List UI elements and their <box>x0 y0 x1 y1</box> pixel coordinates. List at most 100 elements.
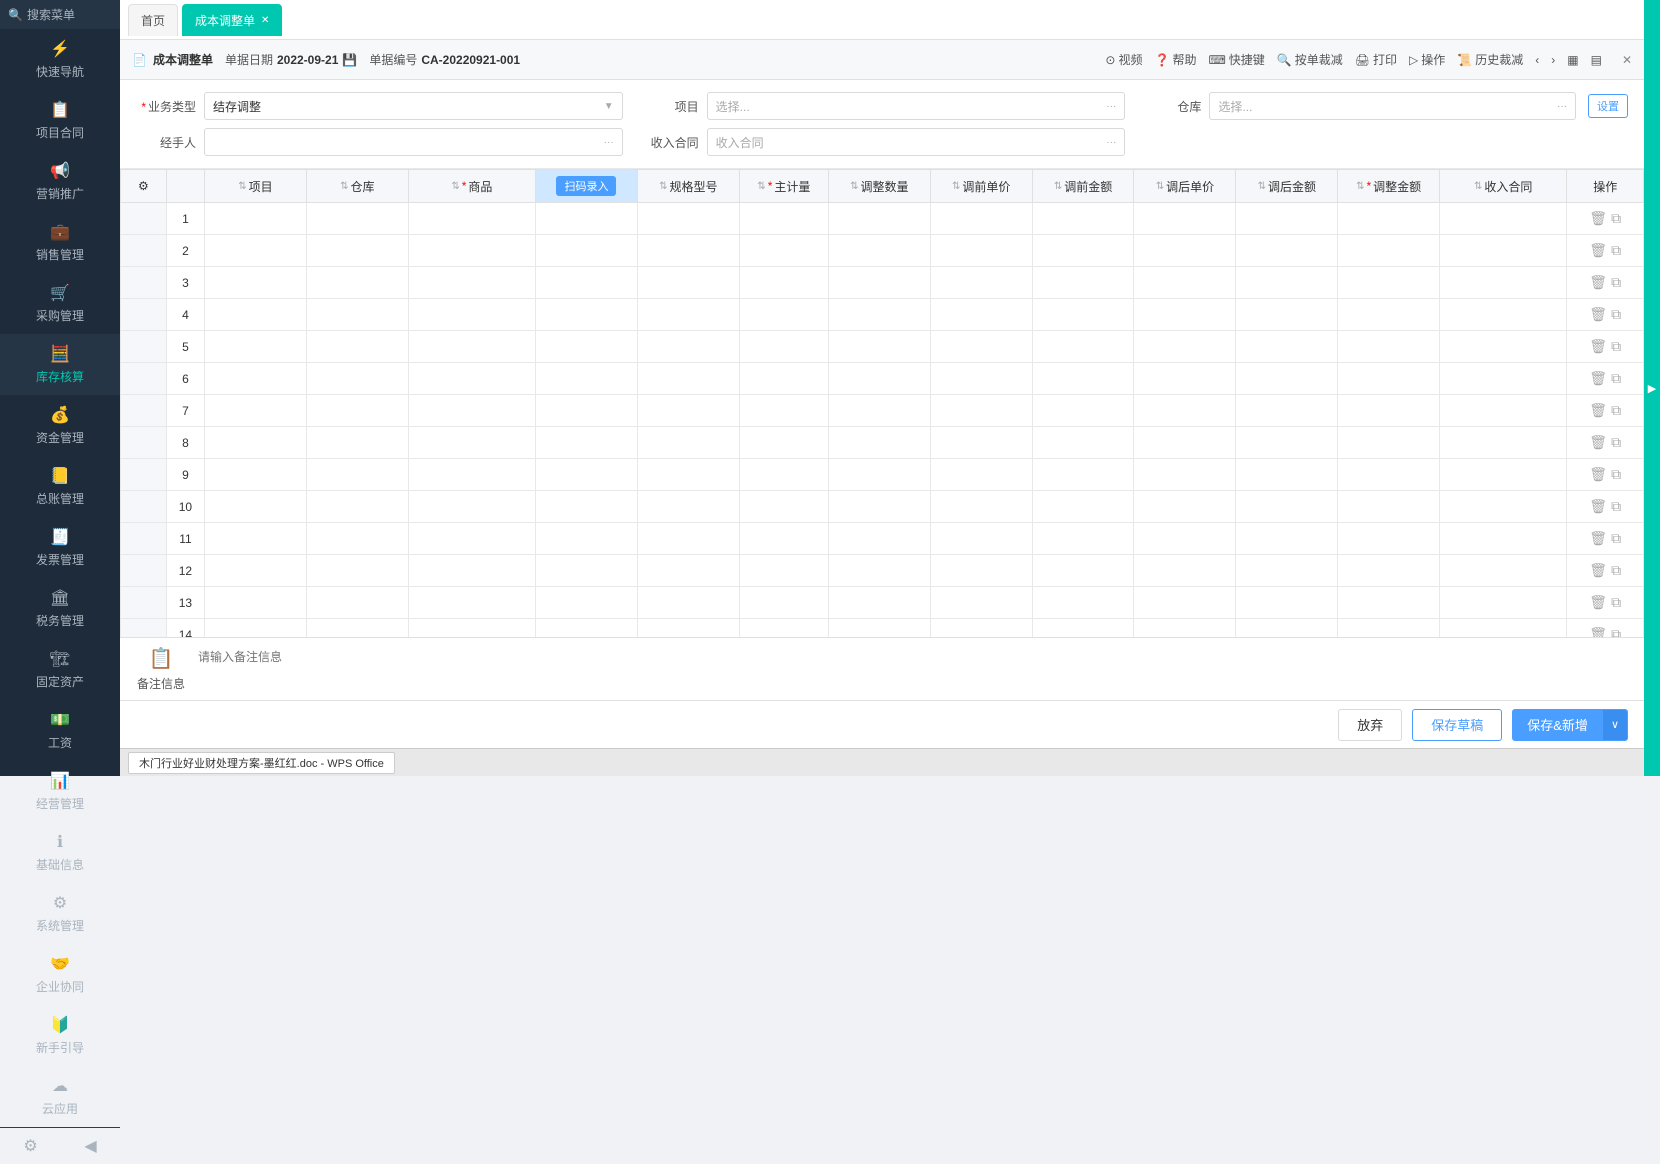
row-scan-10[interactable] <box>536 491 638 523</box>
copy-icon-3[interactable]: ⧉ <box>1611 274 1621 291</box>
row-adj-qty-6[interactable] <box>828 363 930 395</box>
copy-icon-11[interactable]: ⧉ <box>1611 530 1621 547</box>
row-warehouse-12[interactable] <box>306 555 408 587</box>
row-adj-qty-7[interactable] <box>828 395 930 427</box>
row-income-contract-4[interactable] <box>1440 299 1567 331</box>
row-unit-13[interactable] <box>739 587 828 619</box>
sidebar-item-sales-promotion[interactable]: 📢营销推广 <box>0 151 120 212</box>
row-spec-7[interactable] <box>637 395 739 427</box>
row-project-3[interactable] <box>205 267 307 299</box>
row-adj-amount-5[interactable] <box>1338 331 1440 363</box>
row-pre-amount-3[interactable] <box>1032 267 1134 299</box>
row-post-unit-price-14[interactable] <box>1134 619 1236 638</box>
next-btn[interactable]: › <box>1551 53 1555 67</box>
save-icon[interactable]: 💾 <box>342 53 357 67</box>
tab-cost-adjust[interactable]: 成本调整单 ✕ <box>182 4 282 36</box>
row-scan-12[interactable] <box>536 555 638 587</box>
row-scan-6[interactable] <box>536 363 638 395</box>
row-post-unit-price-2[interactable] <box>1134 235 1236 267</box>
right-panel[interactable]: ▶ <box>1644 0 1660 776</box>
copy-icon-7[interactable]: ⧉ <box>1611 402 1621 419</box>
row-unit-11[interactable] <box>739 523 828 555</box>
row-pre-amount-9[interactable] <box>1032 459 1134 491</box>
layout1-btn[interactable]: ▦ <box>1567 53 1578 67</box>
row-pre-amount-7[interactable] <box>1032 395 1134 427</box>
row-post-unit-price-1[interactable] <box>1134 203 1236 235</box>
row-pre-amount-5[interactable] <box>1032 331 1134 363</box>
row-post-unit-price-11[interactable] <box>1134 523 1236 555</box>
row-goods-9[interactable] <box>408 459 535 491</box>
review-btn[interactable]: 🔍 按单裁减 <box>1277 51 1343 68</box>
row-income-contract-1[interactable] <box>1440 203 1567 235</box>
copy-icon-13[interactable]: ⧉ <box>1611 594 1621 611</box>
sidebar-item-project-contract[interactable]: 📋项目合同 <box>0 90 120 151</box>
row-income-contract-9[interactable] <box>1440 459 1567 491</box>
row-income-contract-7[interactable] <box>1440 395 1567 427</box>
row-warehouse-5[interactable] <box>306 331 408 363</box>
row-project-1[interactable] <box>205 203 307 235</box>
row-pre-unit-price-2[interactable] <box>930 235 1032 267</box>
row-pre-unit-price-13[interactable] <box>930 587 1032 619</box>
col-income-contract-header[interactable]: ⇅收入合同 <box>1440 170 1567 203</box>
row-project-13[interactable] <box>205 587 307 619</box>
row-post-unit-price-5[interactable] <box>1134 331 1236 363</box>
row-pre-unit-price-1[interactable] <box>930 203 1032 235</box>
delete-icon-2[interactable]: 🗑 <box>1589 242 1607 259</box>
row-pre-amount-13[interactable] <box>1032 587 1134 619</box>
row-scan-11[interactable] <box>536 523 638 555</box>
copy-icon-5[interactable]: ⧉ <box>1611 338 1621 355</box>
row-scan-8[interactable] <box>536 427 638 459</box>
row-unit-7[interactable] <box>739 395 828 427</box>
save-new-arrow-btn[interactable]: ∨ <box>1602 709 1628 741</box>
row-post-unit-price-7[interactable] <box>1134 395 1236 427</box>
row-adj-qty-5[interactable] <box>828 331 930 363</box>
row-unit-1[interactable] <box>739 203 828 235</box>
shortcut-btn[interactable]: ⌨ 快捷键 <box>1208 51 1264 68</box>
row-post-amount-8[interactable] <box>1236 427 1338 459</box>
sidebar-item-payroll[interactable]: 💵工资 <box>0 700 120 761</box>
row-adj-qty-4[interactable] <box>828 299 930 331</box>
row-adj-amount-13[interactable] <box>1338 587 1440 619</box>
print-btn[interactable]: 🖨 打印 <box>1355 51 1397 68</box>
sidebar-search-btn[interactable]: 🔍 搜索菜单 <box>0 0 120 29</box>
biz-type-input[interactable]: 结存调整 ▼ <box>204 92 623 120</box>
row-warehouse-7[interactable] <box>306 395 408 427</box>
row-pre-unit-price-7[interactable] <box>930 395 1032 427</box>
row-project-4[interactable] <box>205 299 307 331</box>
row-scan-9[interactable] <box>536 459 638 491</box>
row-adj-amount-10[interactable] <box>1338 491 1440 523</box>
row-post-unit-price-8[interactable] <box>1134 427 1236 459</box>
row-income-contract-2[interactable] <box>1440 235 1567 267</box>
col-warehouse-header[interactable]: ⇅仓库 <box>306 170 408 203</box>
close-doc-btn[interactable]: ✕ <box>1622 53 1632 67</box>
row-project-2[interactable] <box>205 235 307 267</box>
row-pre-unit-price-5[interactable] <box>930 331 1032 363</box>
income-contract-input[interactable]: 收入合同 ··· <box>707 128 1126 156</box>
row-spec-12[interactable] <box>637 555 739 587</box>
row-project-14[interactable] <box>205 619 307 638</box>
tab-cost-adjust-close[interactable]: ✕ <box>261 15 269 26</box>
row-project-9[interactable] <box>205 459 307 491</box>
row-scan-13[interactable] <box>536 587 638 619</box>
row-scan-4[interactable] <box>536 299 638 331</box>
copy-icon-6[interactable]: ⧉ <box>1611 370 1621 387</box>
row-goods-7[interactable] <box>408 395 535 427</box>
row-goods-1[interactable] <box>408 203 535 235</box>
row-project-12[interactable] <box>205 555 307 587</box>
sidebar-item-cloud-apps[interactable]: ☁云应用 <box>0 1066 120 1127</box>
handler-input[interactable]: ··· <box>204 128 623 156</box>
row-pre-unit-price-6[interactable] <box>930 363 1032 395</box>
row-adj-amount-6[interactable] <box>1338 363 1440 395</box>
sidebar-item-sales-mgmt[interactable]: 💼销售管理 <box>0 212 120 273</box>
row-income-contract-13[interactable] <box>1440 587 1567 619</box>
taskbar-item-0[interactable]: 木门行业好业财处理方案-墨红红.doc - WPS Office <box>128 752 395 774</box>
sidebar-item-ledger-mgmt[interactable]: 📒总账管理 <box>0 456 120 517</box>
row-project-11[interactable] <box>205 523 307 555</box>
row-adj-amount-4[interactable] <box>1338 299 1440 331</box>
row-adj-qty-11[interactable] <box>828 523 930 555</box>
row-warehouse-2[interactable] <box>306 235 408 267</box>
row-pre-amount-14[interactable] <box>1032 619 1134 638</box>
row-unit-4[interactable] <box>739 299 828 331</box>
row-income-contract-5[interactable] <box>1440 331 1567 363</box>
row-pre-unit-price-14[interactable] <box>930 619 1032 638</box>
